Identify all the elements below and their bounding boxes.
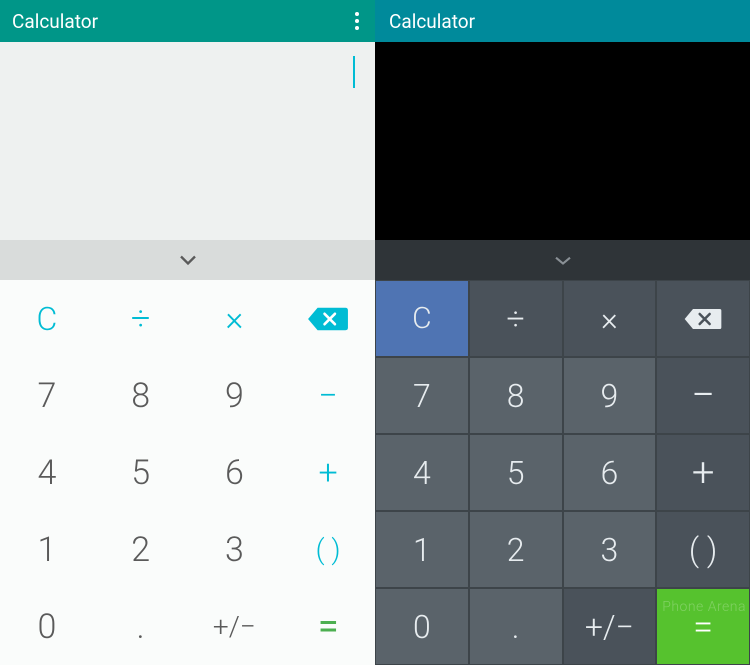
calc-display[interactable]	[375, 42, 750, 240]
expand-handle[interactable]	[0, 240, 375, 280]
digit-1-button[interactable]: 1	[376, 512, 468, 587]
digit-5-button[interactable]: 5	[94, 434, 188, 511]
expand-handle[interactable]	[375, 240, 750, 280]
digit-8-button[interactable]: 8	[94, 357, 188, 434]
text-cursor	[353, 56, 355, 88]
digit-5-button[interactable]: 5	[470, 435, 562, 510]
plus-minus-button[interactable]: +/−	[188, 588, 282, 665]
digit-1-button[interactable]: 1	[0, 511, 94, 588]
calculator-left: Calculator C ÷ × 7 8 9	[0, 0, 375, 665]
digit-9-button[interactable]: 9	[188, 357, 282, 434]
calculator-right: Calculator C ÷ × 7 8 9 − 4 5 6 +	[375, 0, 750, 665]
digit-6-button[interactable]: 6	[188, 434, 282, 511]
equals-button[interactable]: =	[657, 589, 749, 664]
title-bar: Calculator	[0, 0, 375, 42]
decimal-button[interactable]: .	[470, 589, 562, 664]
digit-0-button[interactable]: 0	[376, 589, 468, 664]
minus-button[interactable]: −	[281, 357, 375, 434]
app-title: Calculator	[389, 10, 475, 33]
digit-2-button[interactable]: 2	[94, 511, 188, 588]
digit-3-button[interactable]: 3	[564, 512, 656, 587]
equals-button[interactable]: =	[281, 588, 375, 665]
backspace-button[interactable]	[657, 281, 749, 356]
clear-button[interactable]: C	[376, 281, 468, 356]
digit-6-button[interactable]: 6	[564, 435, 656, 510]
minus-button[interactable]: −	[657, 358, 749, 433]
divide-button[interactable]: ÷	[94, 280, 188, 357]
multiply-button[interactable]: ×	[188, 280, 282, 357]
divide-button[interactable]: ÷	[470, 281, 562, 356]
parentheses-button[interactable]: ( )	[281, 511, 375, 588]
digit-4-button[interactable]: 4	[0, 434, 94, 511]
digit-7-button[interactable]: 7	[376, 358, 468, 433]
digit-2-button[interactable]: 2	[470, 512, 562, 587]
chevron-down-icon	[174, 246, 202, 274]
backspace-button[interactable]	[281, 280, 375, 357]
title-bar: Calculator	[375, 0, 750, 42]
app-title: Calculator	[12, 10, 98, 33]
keypad: C ÷ × 7 8 9 − 4 5 6 + 1 2 3 ( ) 0 . +/−	[375, 280, 750, 665]
calc-display[interactable]	[0, 42, 375, 240]
plus-button[interactable]: +	[657, 435, 749, 510]
digit-9-button[interactable]: 9	[564, 358, 656, 433]
digit-3-button[interactable]: 3	[188, 511, 282, 588]
chevron-down-icon	[549, 246, 577, 274]
parentheses-button[interactable]: ( )	[657, 512, 749, 587]
digit-0-button[interactable]: 0	[0, 588, 94, 665]
plus-button[interactable]: +	[281, 434, 375, 511]
plus-minus-button[interactable]: +/−	[564, 589, 656, 664]
clear-button[interactable]: C	[0, 280, 94, 357]
keypad: C ÷ × 7 8 9 − 4 5 6 + 1 2 3 ( ) 0 . +/−	[0, 280, 375, 665]
decimal-button[interactable]: .	[94, 588, 188, 665]
digit-7-button[interactable]: 7	[0, 357, 94, 434]
multiply-button[interactable]: ×	[564, 281, 656, 356]
overflow-menu-icon[interactable]	[351, 8, 363, 34]
backspace-icon	[307, 306, 349, 332]
backspace-icon	[683, 306, 723, 332]
digit-4-button[interactable]: 4	[376, 435, 468, 510]
digit-8-button[interactable]: 8	[470, 358, 562, 433]
